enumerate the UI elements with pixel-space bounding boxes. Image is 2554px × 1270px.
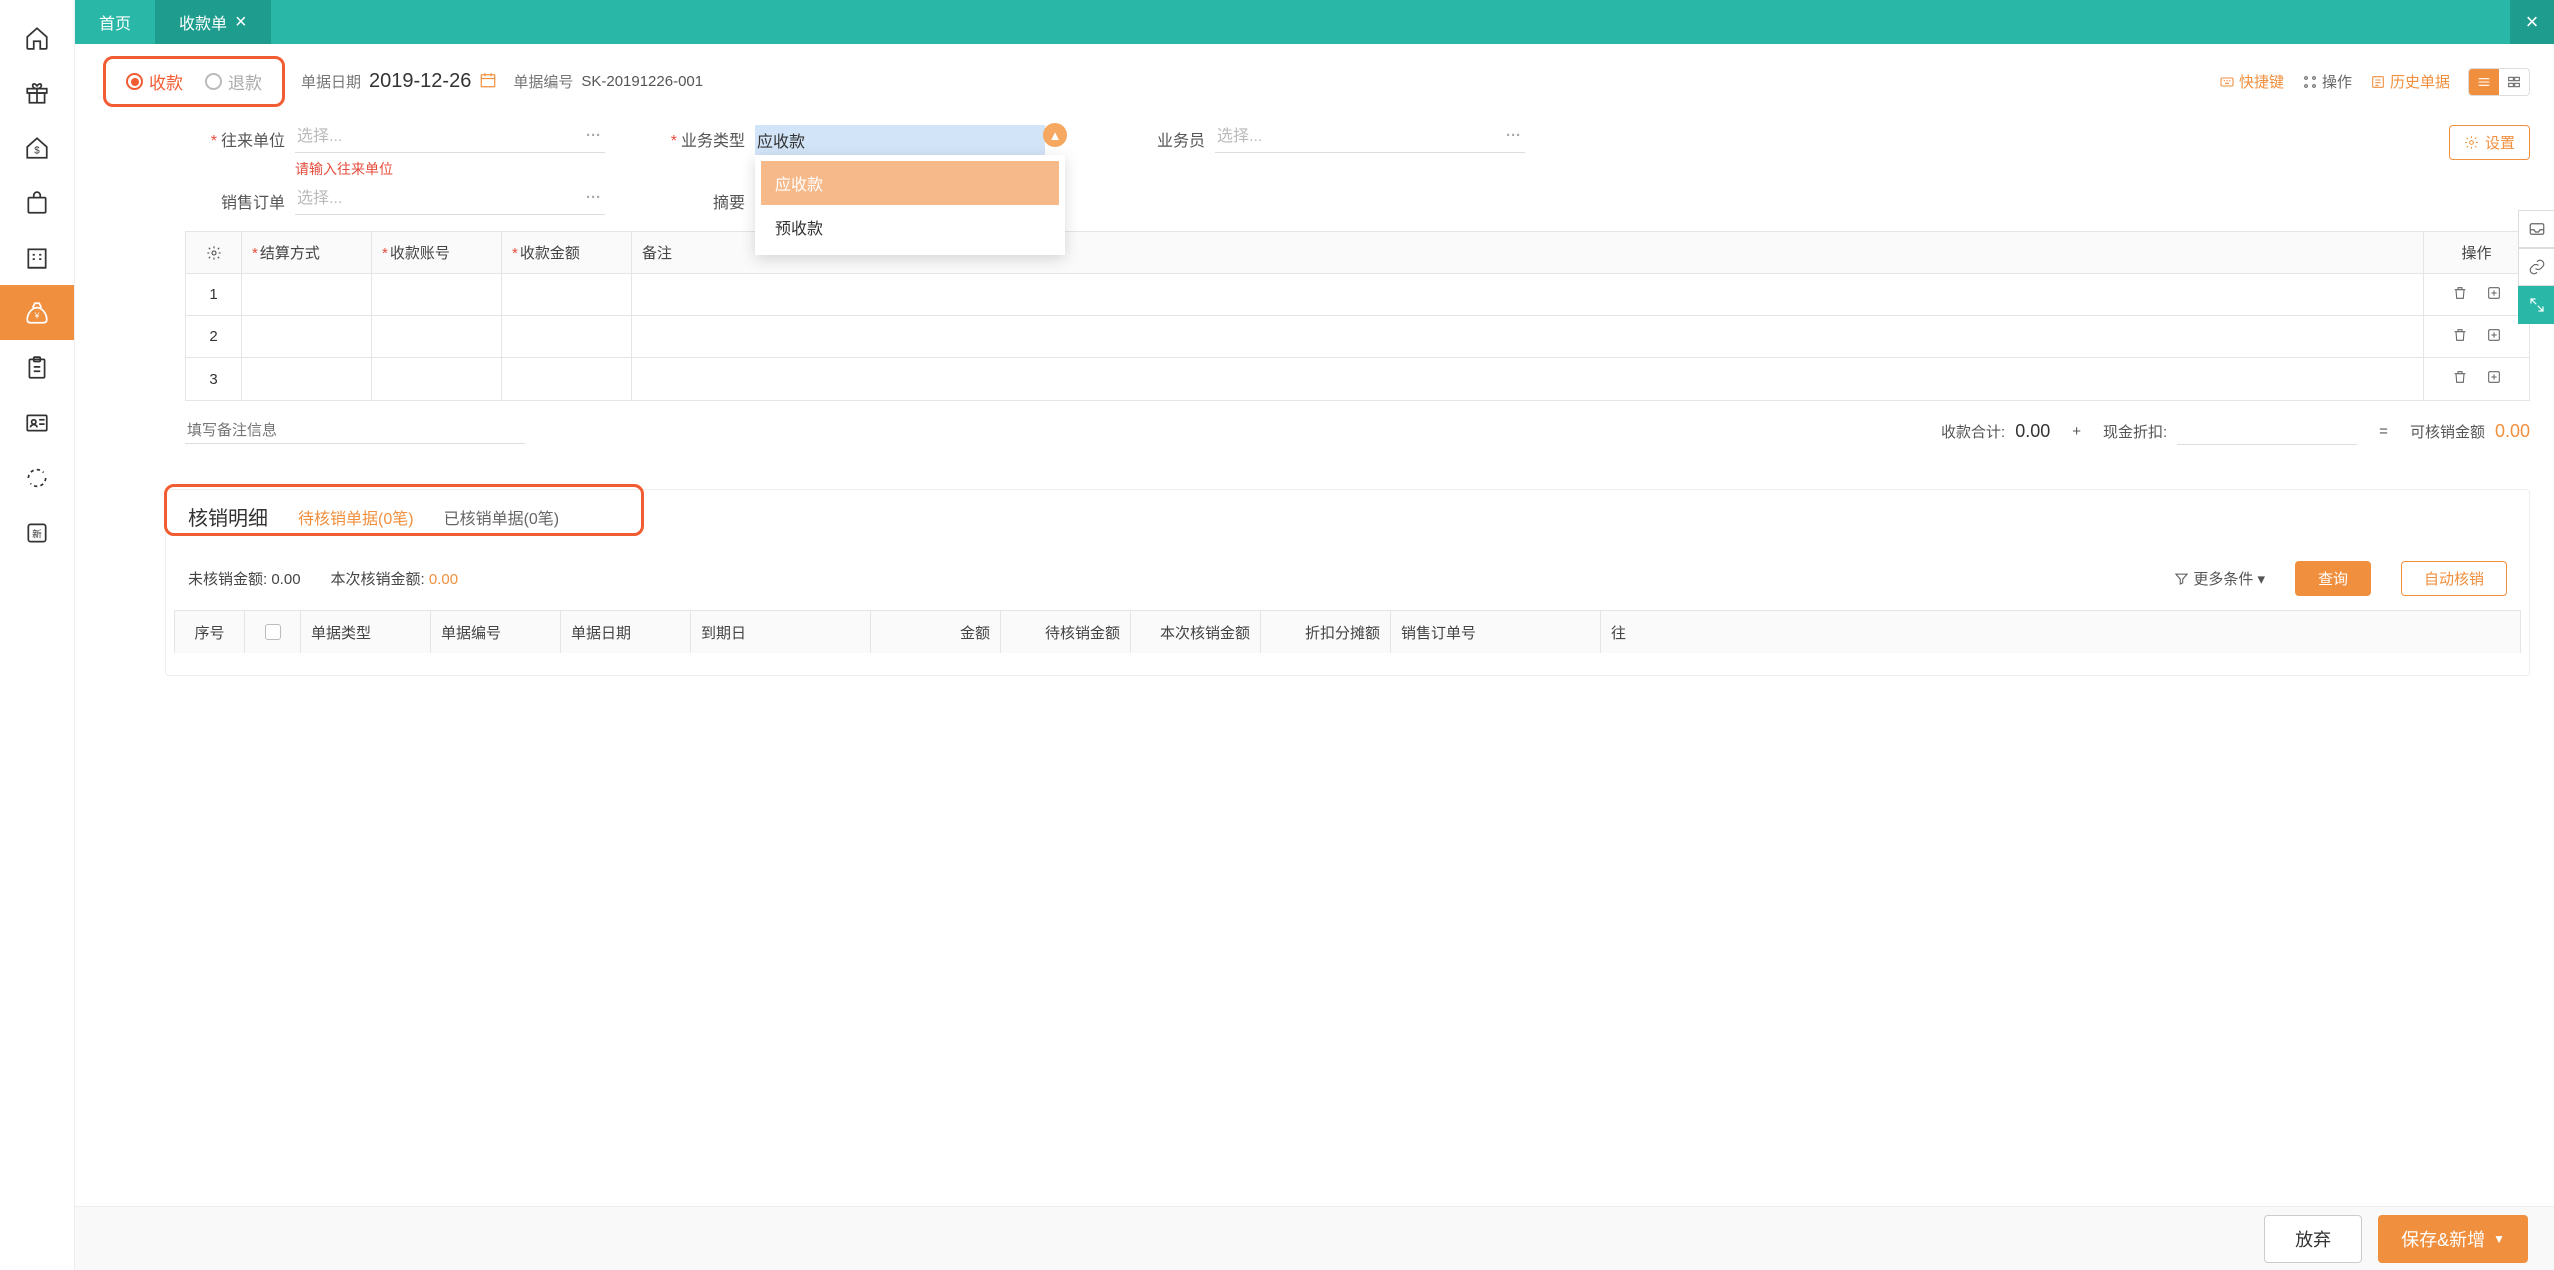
auto-verify-button[interactable]: 自动核销	[2401, 561, 2507, 596]
partner-error: 请输入往来单位	[295, 159, 605, 179]
biz-type-option[interactable]: 应收款	[761, 161, 1059, 205]
delete-icon[interactable]	[2452, 285, 2468, 305]
chevron-down-icon: ▼	[2493, 1232, 2505, 1246]
nav-new-icon[interactable]: 新	[0, 505, 74, 560]
more-dots-icon[interactable]: ···	[1506, 127, 1521, 144]
right-float-tools	[2518, 210, 2554, 324]
highlight-box	[164, 484, 644, 536]
chevron-down-icon: ▾	[2257, 570, 2265, 588]
more-dots-icon[interactable]: ···	[586, 127, 601, 144]
left-sidebar: $ ¥ 新	[0, 0, 75, 1270]
nav-building-icon[interactable]	[0, 230, 74, 285]
nav-gift-icon[interactable]	[0, 65, 74, 120]
grid-header: 结算方式 收款账号 收款金额 备注 操作	[186, 232, 2529, 274]
grid-row[interactable]: 2	[186, 316, 2529, 358]
float-expand-icon[interactable]	[2518, 286, 2554, 324]
svg-text:新: 新	[32, 527, 42, 540]
add-row-icon[interactable]	[2486, 327, 2502, 347]
radio-dot-icon	[126, 73, 143, 90]
nav-money-bag-icon[interactable]: ¥	[0, 285, 74, 340]
tab-receipt[interactable]: 收款单 ×	[155, 0, 271, 44]
radio-receive[interactable]: 收款	[126, 69, 183, 94]
grid-row[interactable]: 3	[186, 358, 2529, 400]
view-toggle-card-icon[interactable]	[2499, 69, 2529, 95]
delete-icon[interactable]	[2452, 369, 2468, 389]
doc-number: 单据编号 SK-20191226-001	[513, 71, 703, 92]
sales-order-input[interactable]	[295, 187, 605, 215]
nav-home-icon[interactable]	[0, 10, 74, 65]
header-row: 收款 退款 单据日期 2019-12-26 单据编号 SK-20191226-0…	[75, 44, 2554, 111]
biz-type-option[interactable]: 预收款	[761, 205, 1059, 249]
verify-grid-header: 序号 单据类型 单据编号 单据日期 到期日 金额 待核销金额 本次核销金额 折扣…	[175, 611, 2520, 653]
settings-button[interactable]: 设置	[2449, 125, 2530, 160]
radio-dot-icon	[205, 73, 222, 90]
nav-house-dollar-icon[interactable]: $	[0, 120, 74, 175]
operate-link[interactable]: 操作	[2302, 71, 2352, 92]
add-row-icon[interactable]	[2486, 369, 2502, 389]
chevron-up-icon[interactable]: ▲	[1043, 123, 1067, 147]
more-conditions[interactable]: 更多条件 ▾	[2174, 568, 2265, 589]
verify-section: 核销明细 待核销单据(0笔) 已核销单据(0笔) 未核销金额: 0.00 本次核…	[165, 489, 2530, 676]
view-toggle-list-icon[interactable]	[2469, 69, 2499, 95]
salesperson-input[interactable]	[1215, 125, 1525, 153]
verify-toolbar: 未核销金额: 0.00 本次核销金额: 0.00 更多条件 ▾ 查询 自动核销	[166, 543, 2529, 606]
discard-button[interactable]: 放弃	[2264, 1215, 2362, 1263]
main: 首页 收款单 × × 收款 退款 单据日期 2019-12-26 单据编号 SK…	[75, 0, 2554, 1270]
field-biz-type: 业务类型 应收款 ▲ 应收款 预收款	[645, 125, 1065, 159]
history-link[interactable]: 历史单据	[2370, 71, 2450, 92]
float-inbox-icon[interactable]	[2518, 210, 2554, 248]
checkbox-all[interactable]	[265, 624, 281, 640]
query-button[interactable]: 查询	[2295, 561, 2371, 596]
svg-text:¥: ¥	[34, 310, 40, 320]
field-partner: 往来单位 ··· 请输入往来单位	[185, 125, 605, 179]
svg-text:$: $	[34, 145, 40, 156]
biz-type-dropdown: 应收款 预收款	[755, 155, 1065, 255]
close-app-icon[interactable]: ×	[2510, 0, 2554, 44]
receive-refund-radio-group: 收款 退款	[103, 56, 285, 107]
footer-bar: 放弃 保存&新增▼	[75, 1206, 2554, 1270]
top-tabs: 首页 收款单 × ×	[75, 0, 2554, 44]
discount-input[interactable]	[2177, 417, 2357, 445]
form-row-2: 销售订单 ··· 摘要	[75, 185, 2554, 221]
doc-date: 单据日期 2019-12-26	[301, 70, 497, 93]
grid-row[interactable]: 1	[186, 274, 2529, 316]
tab-home[interactable]: 首页	[75, 0, 155, 44]
overall-note-input[interactable]	[185, 418, 525, 444]
verify-grid: 序号 单据类型 单据编号 单据日期 到期日 金额 待核销金额 本次核销金额 折扣…	[174, 610, 2521, 653]
nav-clipboard-icon[interactable]	[0, 340, 74, 395]
header-actions: 快捷键 操作 历史单据	[2219, 68, 2530, 96]
calendar-icon[interactable]	[479, 71, 497, 93]
delete-icon[interactable]	[2452, 327, 2468, 347]
biz-type-select[interactable]: 应收款	[755, 125, 1045, 159]
shortcut-link[interactable]: 快捷键	[2219, 71, 2284, 92]
field-salesperson: 业务员 ···	[1105, 125, 1525, 153]
totals-row: 收款合计: 0.00 + 现金折扣: = 可核销金额 0.00	[185, 417, 2530, 445]
add-row-icon[interactable]	[2486, 285, 2502, 305]
nav-sync-icon[interactable]	[0, 450, 74, 505]
payment-grid: 结算方式 收款账号 收款金额 备注 操作 1 2	[185, 231, 2530, 401]
nav-id-card-icon[interactable]	[0, 395, 74, 450]
field-sales-order: 销售订单 ···	[185, 187, 605, 215]
form-row-1: 往来单位 ··· 请输入往来单位 业务类型 应收款 ▲ 应收款 预收款	[75, 111, 2554, 185]
gear-icon[interactable]	[186, 232, 242, 273]
radio-refund[interactable]: 退款	[205, 69, 262, 94]
close-icon[interactable]: ×	[235, 11, 247, 34]
more-dots-icon[interactable]: ···	[586, 189, 601, 206]
partner-input[interactable]	[295, 125, 605, 153]
nav-bag-icon[interactable]	[0, 175, 74, 230]
save-new-button[interactable]: 保存&新增▼	[2378, 1215, 2528, 1263]
view-toggle	[2468, 68, 2530, 96]
float-link-icon[interactable]	[2518, 248, 2554, 286]
